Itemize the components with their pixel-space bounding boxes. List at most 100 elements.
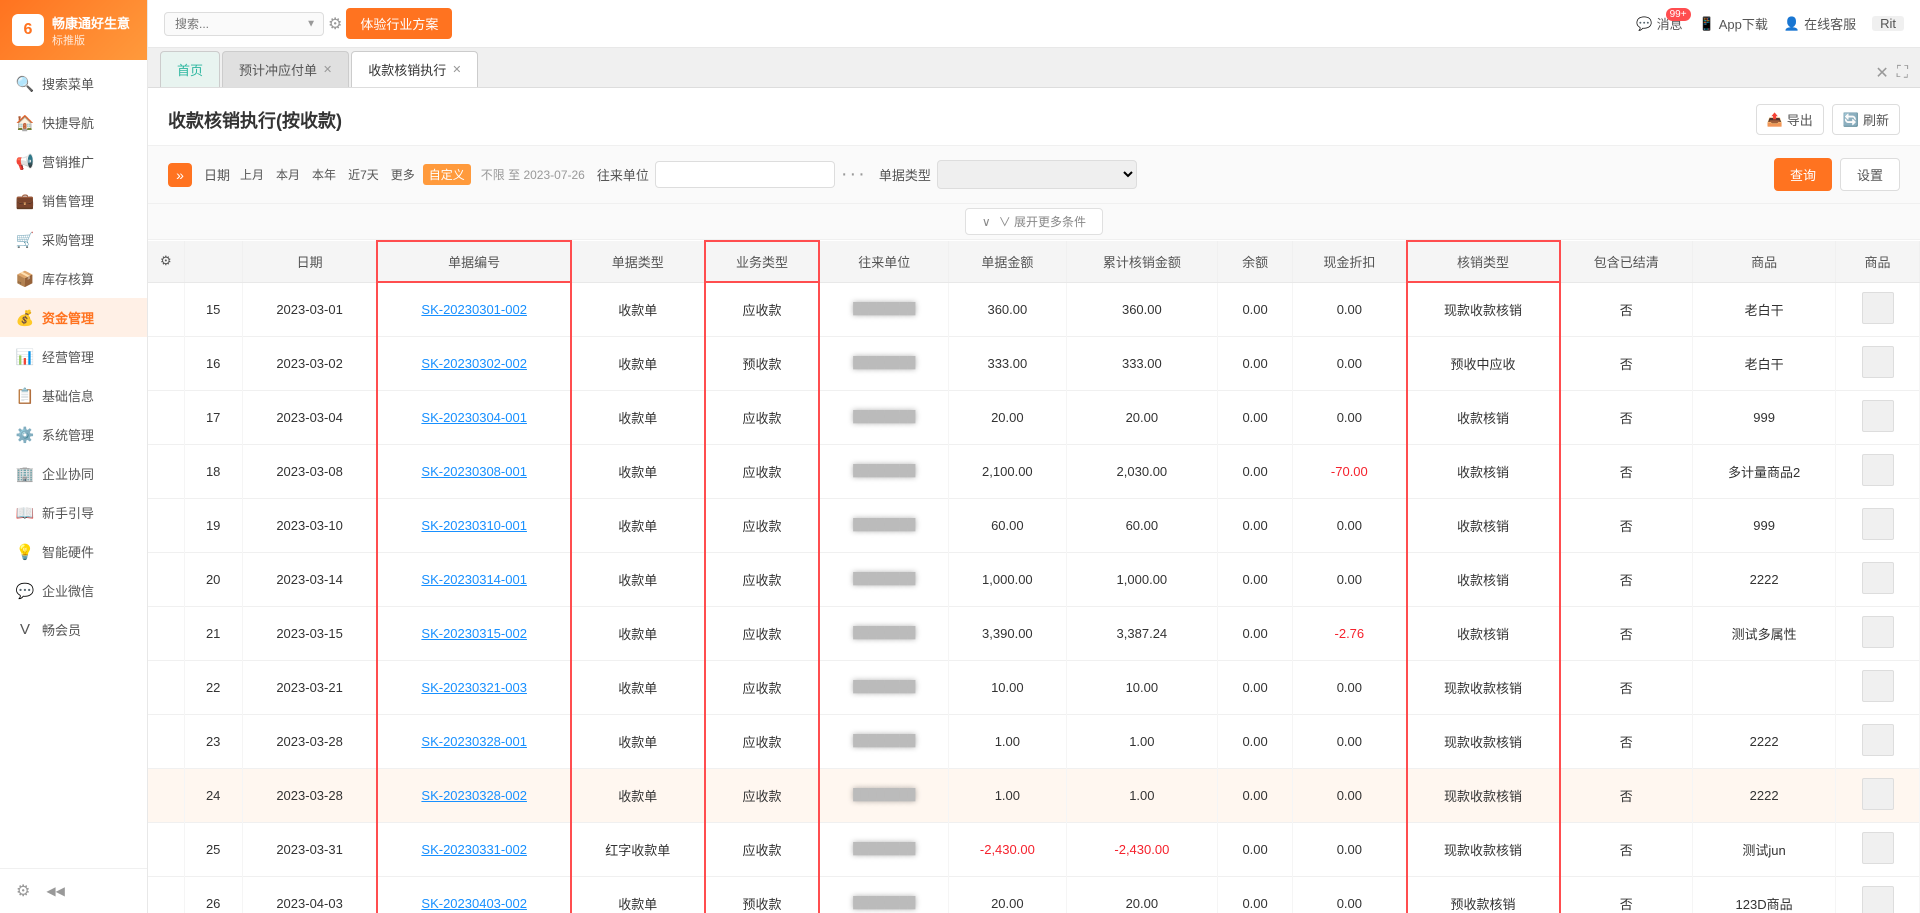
filter-expand-btn[interactable]: »	[168, 163, 192, 187]
table-row[interactable]: 24 2023-03-28 SK-20230328-002 收款单 应收款 ██…	[148, 768, 1920, 822]
sidebar-item-guide[interactable]: 📖新手引导	[0, 493, 147, 532]
table-row[interactable]: 15 2023-03-01 SK-20230301-002 收款单 应收款 ██…	[148, 282, 1920, 336]
col-header-balance[interactable]: 余额	[1218, 241, 1293, 282]
cell-bill-no[interactable]: SK-20230321-003	[377, 660, 570, 714]
table-row[interactable]: 21 2023-03-15 SK-20230315-002 收款单 应收款 ██…	[148, 606, 1920, 660]
cell-settings[interactable]	[148, 444, 184, 498]
topbar-service[interactable]: 👤 在线客服	[1784, 14, 1856, 33]
sidebar-icon-sales: 💼	[16, 192, 34, 210]
filter-bill-type-select[interactable]	[937, 160, 1137, 189]
date-opt-this-month[interactable]: 本月	[272, 164, 304, 185]
sidebar-item-enterprise[interactable]: 🏢企业协同	[0, 454, 147, 493]
col-header-date[interactable]: 日期	[242, 241, 377, 282]
sidebar-item-purchase[interactable]: 🛒采购管理	[0, 220, 147, 259]
cell-bill-no[interactable]: SK-20230314-001	[377, 552, 570, 606]
col-header-include-cleared[interactable]: 包含已结清	[1560, 241, 1693, 282]
col-header-amount[interactable]: 单据金额	[949, 241, 1067, 282]
tab-close-all-icon[interactable]: ✕	[1875, 63, 1888, 83]
table-row[interactable]: 17 2023-03-04 SK-20230304-001 收款单 应收款 ██…	[148, 390, 1920, 444]
sidebar-item-finance[interactable]: 💰资金管理	[0, 298, 147, 337]
filter-unit-input[interactable]	[655, 161, 835, 188]
sidebar-item-member[interactable]: V畅会员	[0, 610, 147, 649]
sidebar-item-operation[interactable]: 📊经营管理	[0, 337, 147, 376]
cell-date: 2023-03-28	[242, 768, 377, 822]
receivable-tab-close[interactable]: ✕	[452, 63, 461, 76]
topbar-msg[interactable]: 💬 消息 99+	[1636, 14, 1682, 33]
sidebar-item-wechat[interactable]: 💬企业微信	[0, 571, 147, 610]
settings-icon[interactable]: ⚙	[16, 881, 30, 901]
avatar[interactable]: Rit	[1872, 16, 1904, 31]
table-row[interactable]: 18 2023-03-08 SK-20230308-001 收款单 应收款 ██…	[148, 444, 1920, 498]
cell-bill-no[interactable]: SK-20230315-002	[377, 606, 570, 660]
query-btn[interactable]: 查询	[1774, 158, 1832, 191]
tab-maximize-icon[interactable]: ⛶	[1897, 64, 1908, 82]
export-btn[interactable]: 📤 导出	[1756, 104, 1824, 135]
table-row[interactable]: 20 2023-03-14 SK-20230314-001 收款单 应收款 ██…	[148, 552, 1920, 606]
cell-settings[interactable]	[148, 552, 184, 606]
cell-settings[interactable]	[148, 876, 184, 913]
filter-settings-btn[interactable]: 设置	[1840, 158, 1900, 191]
sidebar-item-sales[interactable]: 💼销售管理	[0, 181, 147, 220]
date-opt-this-year[interactable]: 本年	[308, 164, 340, 185]
sidebar-item-inventory[interactable]: 📦库存核算	[0, 259, 147, 298]
col-header-bill-type[interactable]: 单据类型	[571, 241, 705, 282]
table-row[interactable]: 19 2023-03-10 SK-20230310-001 收款单 应收款 ██…	[148, 498, 1920, 552]
expand-more-btn[interactable]: ∨ ∨ 展开更多条件	[965, 208, 1103, 235]
cell-bill-no[interactable]: SK-20230403-002	[377, 876, 570, 913]
cell-bill-no[interactable]: SK-20230310-001	[377, 498, 570, 552]
cell-bill-no[interactable]: SK-20230308-001	[377, 444, 570, 498]
cell-bill-no[interactable]: SK-20230302-002	[377, 336, 570, 390]
refresh-btn[interactable]: 🔄 刷新	[1832, 104, 1900, 135]
table-row[interactable]: 26 2023-04-03 SK-20230403-002 收款单 预收款 ██…	[148, 876, 1920, 913]
cell-settings[interactable]	[148, 282, 184, 336]
date-opt-custom[interactable]: 自定义	[423, 164, 471, 185]
sidebar-item-basic[interactable]: 📋基础信息	[0, 376, 147, 415]
table-row[interactable]: 22 2023-03-21 SK-20230321-003 收款单 应收款 ██…	[148, 660, 1920, 714]
sidebar-item-search[interactable]: 🔍搜索菜单	[0, 64, 147, 103]
sidebar-item-marketing[interactable]: 📢营销推广	[0, 142, 147, 181]
table-row[interactable]: 23 2023-03-28 SK-20230328-001 收款单 应收款 ██…	[148, 714, 1920, 768]
topbar-gear-icon[interactable]: ⚙	[328, 14, 342, 34]
cell-bill-no[interactable]: SK-20230328-002	[377, 768, 570, 822]
topbar-app-download[interactable]: 📱 App下载	[1699, 14, 1768, 33]
payable-tab-close[interactable]: ✕	[323, 63, 332, 76]
col-header-product[interactable]: 商品	[1693, 241, 1836, 282]
table-row[interactable]: 16 2023-03-02 SK-20230302-002 收款单 预收款 ██…	[148, 336, 1920, 390]
col-header-writeoff-type[interactable]: 核销类型	[1407, 241, 1560, 282]
col-header-biz-type[interactable]: 业务类型	[705, 241, 820, 282]
sidebar-item-hardware[interactable]: 💡智能硬件	[0, 532, 147, 571]
industry-btn[interactable]: 体验行业方案	[346, 8, 452, 39]
cell-settings[interactable]	[148, 768, 184, 822]
tab-payable[interactable]: 预计冲应付单 ✕	[222, 51, 349, 87]
cell-bill-no[interactable]: SK-20230328-001	[377, 714, 570, 768]
tab-receivable[interactable]: 收款核销执行 ✕	[351, 51, 478, 87]
col-header-cash-discount[interactable]: 现金折扣	[1293, 241, 1407, 282]
date-opt-more[interactable]: 更多	[387, 164, 419, 185]
cell-bill-no[interactable]: SK-20230331-002	[377, 822, 570, 876]
cell-settings[interactable]	[148, 498, 184, 552]
col-header-product-thumb[interactable]: 商品	[1836, 241, 1920, 282]
cell-bill-no[interactable]: SK-20230301-002	[377, 282, 570, 336]
cell-settings[interactable]	[148, 606, 184, 660]
cell-bill-type: 收款单	[571, 498, 705, 552]
col-header-bill-no[interactable]: 单据编号	[377, 241, 570, 282]
tab-home[interactable]: 首页	[160, 51, 220, 87]
cell-settings[interactable]	[148, 390, 184, 444]
filter-dots[interactable]: ···	[841, 163, 867, 186]
date-opt-7days[interactable]: 近7天	[344, 164, 383, 185]
cell-bill-no[interactable]: SK-20230304-001	[377, 390, 570, 444]
table-row[interactable]: 25 2023-03-31 SK-20230331-002 红字收款单 应收款 …	[148, 822, 1920, 876]
sidebar-item-system[interactable]: ⚙️系统管理	[0, 415, 147, 454]
sidebar-item-nav[interactable]: 🏠快捷导航	[0, 103, 147, 142]
collapse-icon[interactable]: ◀◀	[46, 884, 64, 898]
date-opt-last-month[interactable]: 上月	[236, 164, 268, 185]
cell-settings[interactable]	[148, 336, 184, 390]
cell-settings[interactable]	[148, 660, 184, 714]
cell-settings[interactable]	[148, 822, 184, 876]
cell-settings[interactable]	[148, 714, 184, 768]
col-header-partner[interactable]: 往来单位	[819, 241, 948, 282]
topbar-search-input[interactable]	[164, 12, 324, 36]
col-header-settings[interactable]: ⚙	[148, 241, 184, 282]
col-header-written-off[interactable]: 累计核销金额	[1066, 241, 1217, 282]
cell-product: 多计量商品2	[1693, 444, 1836, 498]
